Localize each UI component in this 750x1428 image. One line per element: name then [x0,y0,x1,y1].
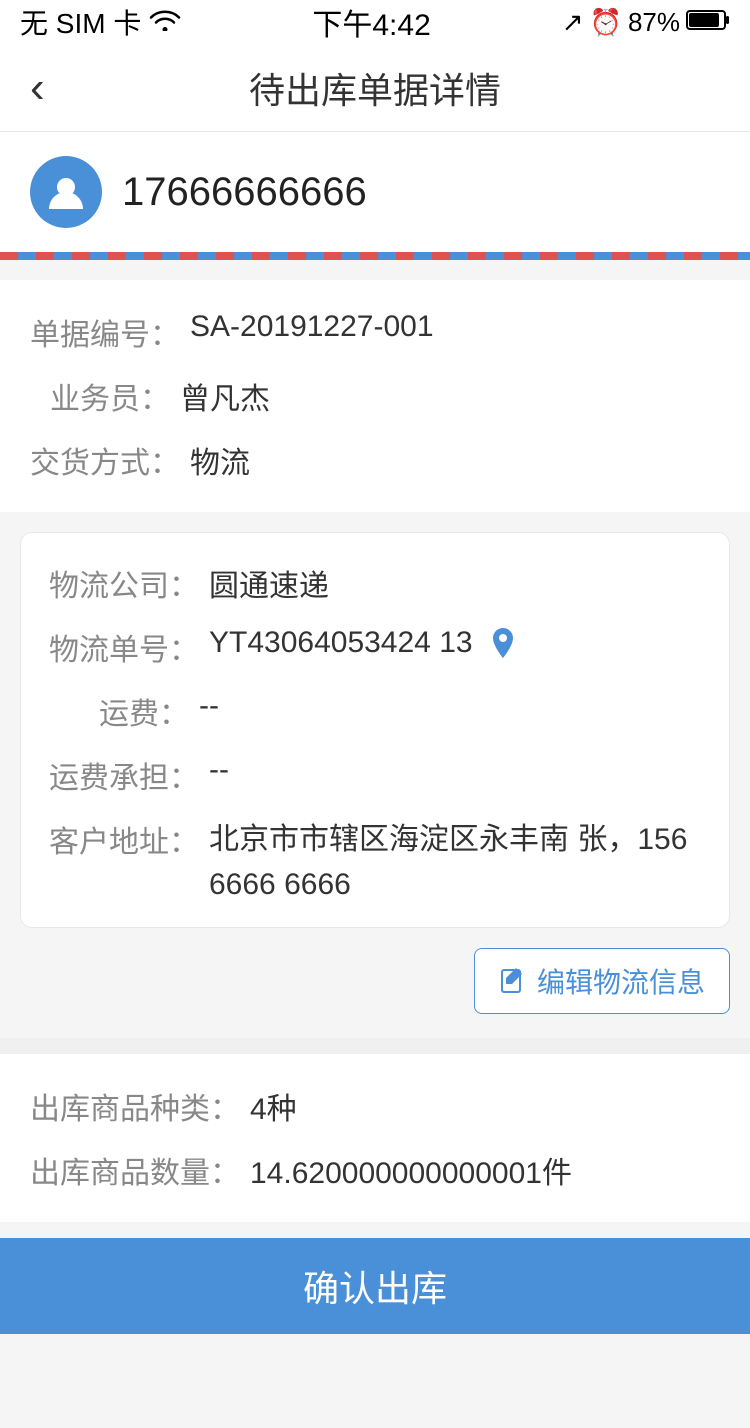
freight-label: 运费： [49,689,189,733]
goods-types-label: 出库商品种类： [30,1084,240,1128]
battery-icon [686,7,730,38]
battery-level: 87% [628,7,680,38]
freight-bear-label: 运费承担： [49,753,199,797]
status-right: ↗ ⏰ 87% [562,7,730,38]
customer-header: 17666666666 [0,132,750,252]
dashed-separator [0,252,750,260]
tracking-location-icon [485,625,521,661]
goods-quantity-label: 出库商品数量： [30,1148,240,1192]
sim-status: 无 SIM 卡 [20,2,141,42]
delivery-label: 交货方式： [30,438,180,482]
address-value: 北京市市辖区海淀区永丰南 张，156 6666 6666 [209,817,701,907]
confirm-button[interactable]: 确认出库 [303,1260,447,1312]
salesman-label: 业务员： [30,374,170,418]
delivery-value: 物流 [190,438,720,482]
edit-logistics-label: 编辑物流信息 [537,961,705,1001]
freight-bear-value: -- [209,753,701,787]
salesman-row: 业务员： 曾凡杰 [30,374,720,418]
logistics-company-value: 圆通速递 [209,561,701,605]
address-row: 客户地址： 北京市市辖区海淀区永丰南 张，156 6666 6666 [49,817,701,907]
freight-value: -- [199,689,701,723]
goods-types-row: 出库商品种类： 4种 [30,1084,720,1128]
alarm-icon: ⏰ [590,7,622,38]
avatar [30,156,102,228]
edit-logistics-button[interactable]: 编辑物流信息 [474,948,730,1014]
logistics-card: 物流公司： 圆通速递 物流单号： YT43064053424 13 运费： --… [20,532,730,928]
location-status-icon: ↗ [562,7,584,38]
tracking-number-value-container: YT43064053424 13 [209,625,701,661]
status-left: 无 SIM 卡 [20,2,181,42]
tracking-number-row: 物流单号： YT43064053424 13 [49,625,701,669]
edit-button-row: 编辑物流信息 [0,928,750,1014]
delivery-row: 交货方式： 物流 [30,438,720,482]
goods-section: 出库商品种类： 4种 出库商品数量： 14.620000000000001件 [0,1054,750,1222]
address-label: 客户地址： [49,817,199,861]
tracking-number-label: 物流单号： [49,625,199,669]
wifi-icon [149,6,181,38]
document-number-value: SA-20191227-001 [190,310,720,344]
logistics-company-row: 物流公司： 圆通速递 [49,561,701,605]
status-time: 下午4:42 [312,0,430,44]
edit-icon [499,967,527,995]
customer-phone: 17666666666 [122,170,367,215]
document-number-row: 单据编号： SA-20191227-001 [30,310,720,354]
gray-divider [0,1038,750,1054]
tracking-number-text: YT43064053424 13 [209,626,473,660]
goods-quantity-row: 出库商品数量： 14.620000000000001件 [30,1148,720,1192]
document-number-label: 单据编号： [30,310,180,354]
page-title: 待出库单据详情 [249,62,501,114]
order-info-section: 单据编号： SA-20191227-001 业务员： 曾凡杰 交货方式： 物流 [0,280,750,512]
nav-bar: ‹ 待出库单据详情 [0,44,750,132]
goods-quantity-value: 14.620000000000001件 [250,1148,572,1192]
status-bar: 无 SIM 卡 下午4:42 ↗ ⏰ 87% [0,0,750,44]
goods-types-value: 4种 [250,1084,297,1128]
freight-row: 运费： -- [49,689,701,733]
freight-bear-row: 运费承担： -- [49,753,701,797]
back-button[interactable]: ‹ [30,66,45,110]
logistics-company-label: 物流公司： [49,561,199,605]
confirm-button-container[interactable]: 确认出库 [0,1238,750,1334]
salesman-value: 曾凡杰 [180,374,720,418]
